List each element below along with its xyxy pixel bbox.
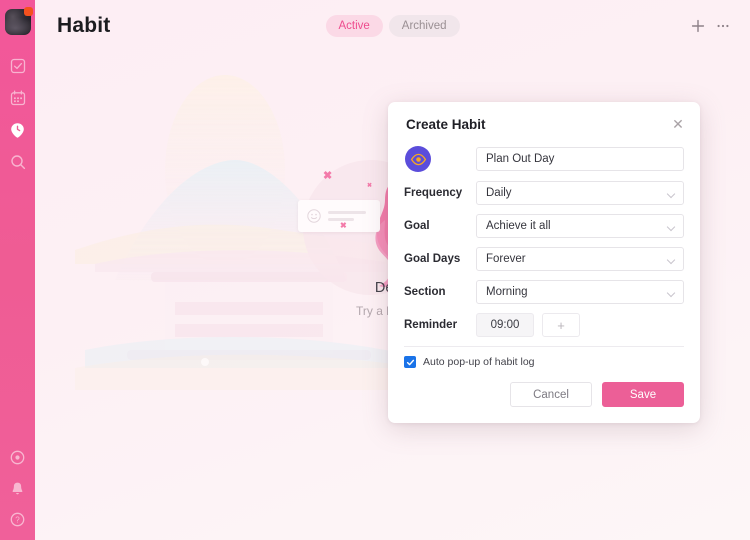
dialog-header: Create Habit ✕ [388,102,700,140]
smiley-icon [307,209,321,223]
habit-icon-button[interactable] [405,146,431,172]
illustration-card [298,200,380,232]
page-title: Habit [57,14,111,37]
eye-icon [410,153,426,165]
auto-popup-checkbox[interactable] [404,356,416,368]
sidebar-item-notifications[interactable] [9,479,27,497]
auto-popup-row[interactable]: Auto pop-up of habit log [404,356,684,372]
sidebar-bottom-nav: ? [0,448,35,528]
main-content: Habit Active Archived ✖ ✖ ✖ Try a Create… [35,0,750,540]
habit-icon-wrap [404,146,476,172]
frequency-label: Frequency [404,187,463,199]
goal-days-select[interactable]: Forever [476,247,684,271]
svg-text:?: ? [15,515,20,524]
search-icon [10,155,25,170]
goal-value: Achieve it all [486,220,551,232]
card-line [328,211,366,214]
tab-archived[interactable]: Archived [388,15,460,37]
header-actions [691,19,730,33]
app-window: ? Habit Active Archived ✖ ✖ ✖ Try a Crea… [0,0,750,540]
sparkle-icon: ✖ [340,221,347,230]
section-value: Morning [486,286,528,298]
goal-row: Goal Achieve it all [404,214,684,238]
frequency-select[interactable]: Daily [476,181,684,205]
sidebar: ? [0,0,35,540]
habit-name-input[interactable]: Plan Out Day [476,147,684,171]
task-check-icon [10,58,25,74]
bell-icon [12,482,23,494]
habit-name-row: Plan Out Day [404,146,684,172]
frequency-value: Daily [486,187,512,199]
target-icon [10,450,25,464]
sidebar-item-search[interactable] [9,153,27,171]
help-icon: ? [10,512,25,526]
frequency-row: Frequency Daily [404,181,684,205]
sidebar-item-calendar[interactable] [9,89,27,107]
plus-icon [691,19,705,33]
add-reminder-button[interactable]: + [542,313,580,337]
more-icon [717,24,729,28]
section-row: Section Morning [404,280,684,304]
reminder-row: Reminder 09:00 + [404,313,684,337]
goal-select[interactable]: Achieve it all [476,214,684,238]
avatar[interactable] [4,7,33,35]
dialog-divider [404,346,684,347]
add-habit-button[interactable] [691,19,705,33]
reminder-time-chip[interactable]: 09:00 [476,313,534,337]
habit-name-value: Plan Out Day [486,153,555,165]
sidebar-item-tasks[interactable] [9,57,27,75]
sparkle-icon: ✖ [367,183,373,189]
sidebar-item-focus[interactable] [9,448,27,466]
habit-clock-pin-icon [11,122,24,138]
section-label: Section [404,286,446,298]
auto-popup-label: Auto pop-up of habit log [423,356,535,368]
goal-days-label: Goal Days [404,253,461,265]
sidebar-item-help[interactable]: ? [9,510,27,528]
section-select[interactable]: Morning [476,280,684,304]
dialog-footer: Cancel Save [388,372,700,423]
sparkle-icon: ✖ [323,170,333,182]
dialog-body: Plan Out Day Frequency Daily Goal Achiev… [388,140,700,372]
calendar-icon [10,90,25,106]
save-button[interactable]: Save [602,382,684,407]
tab-active[interactable]: Active [325,15,383,37]
goal-days-row: Goal Days Forever [404,247,684,271]
habit-tabs: Active Archived [325,15,460,37]
create-habit-dialog: Create Habit ✕ Plan Out Day Frequency Da… [388,102,700,423]
avatar-badge [23,7,33,16]
sidebar-item-habit[interactable] [9,121,27,139]
sidebar-nav [9,57,27,171]
reminder-label: Reminder [404,319,458,331]
goal-days-value: Forever [486,253,526,265]
dialog-title: Create Habit [406,117,486,132]
close-icon[interactable]: ✕ [669,115,687,133]
check-icon [406,359,414,365]
goal-label: Goal [404,220,430,232]
cancel-button[interactable]: Cancel [510,382,592,407]
more-options-button[interactable] [716,19,730,33]
illustration-card-lines [328,211,366,221]
page-header: Habit Active Archived [35,0,750,52]
